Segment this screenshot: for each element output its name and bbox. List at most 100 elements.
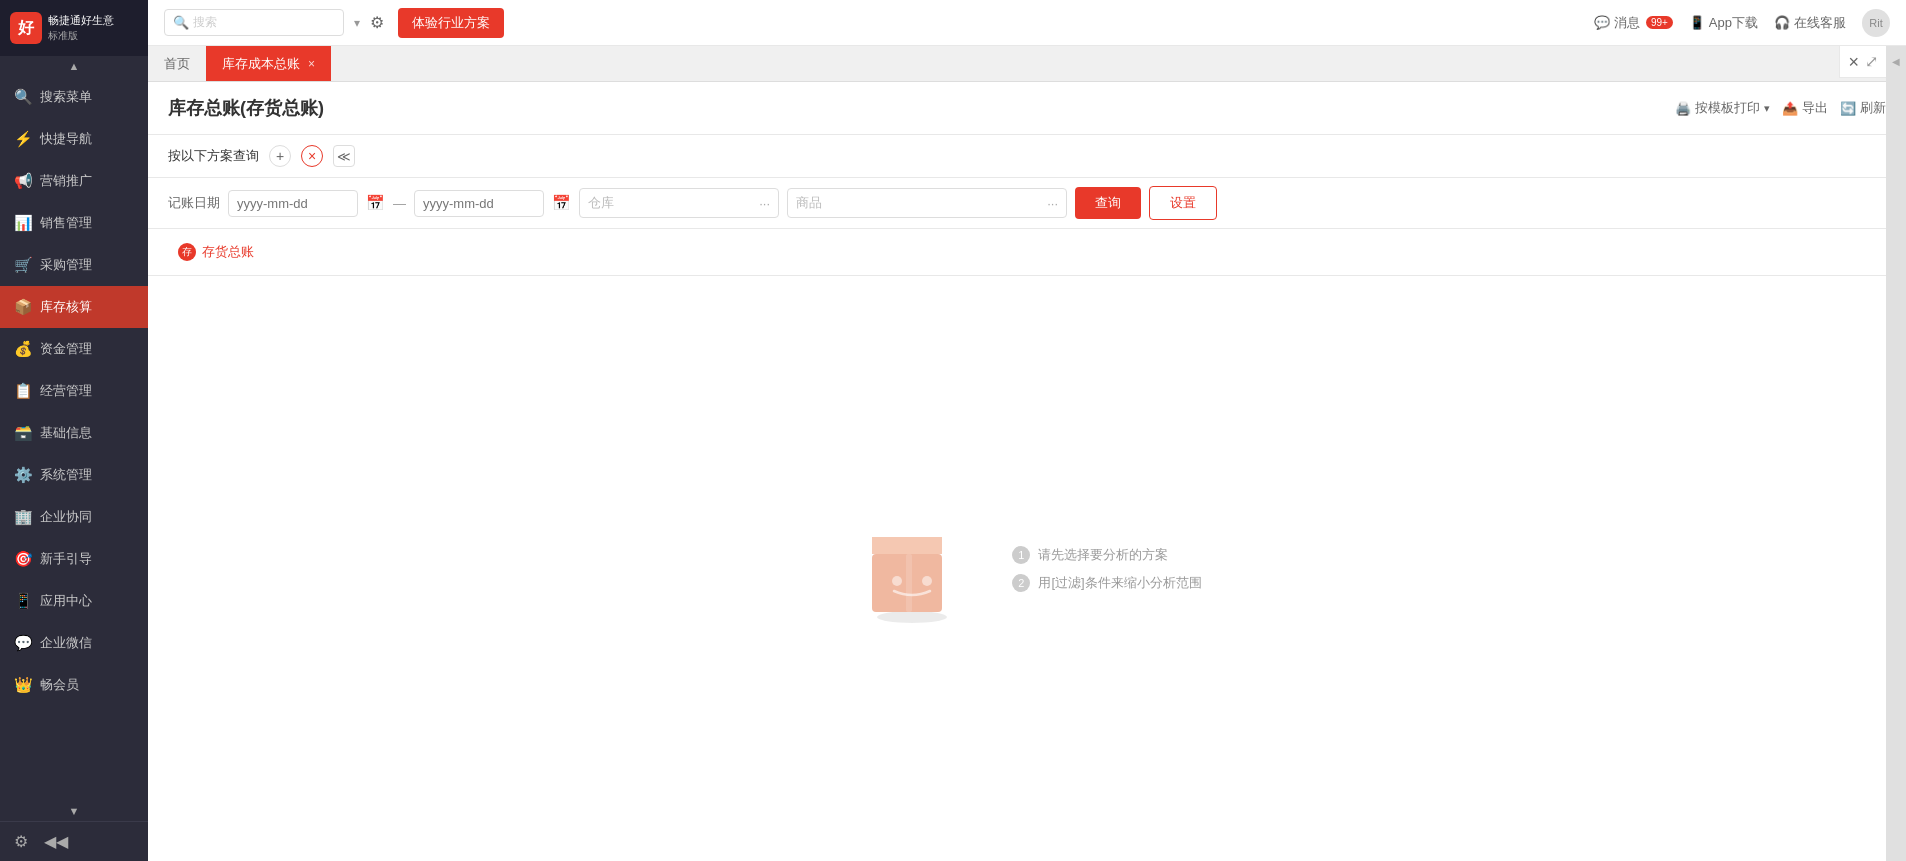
sidebar-item-label-search: 搜索菜单: [40, 88, 92, 106]
app-download-label: App下载: [1709, 14, 1758, 32]
page-content: 库存总账(存货总账) 🖨️ 按模板打印 ▾ 📤 导出 🔄 刷新 按以下方案: [148, 82, 1906, 861]
industry-button[interactable]: 体验行业方案: [398, 8, 504, 38]
date-end-input[interactable]: [414, 190, 544, 217]
message-icon: 💬: [1594, 15, 1610, 30]
calendar-start-icon[interactable]: 📅: [366, 194, 385, 212]
sidebar-scroll-down[interactable]: ▼: [0, 801, 148, 821]
refresh-icon: 🔄: [1840, 101, 1856, 116]
goods-placeholder: 商品: [796, 194, 822, 212]
goods-more-icon[interactable]: ···: [1047, 196, 1058, 211]
close-panel: × ⤢: [1839, 46, 1886, 78]
hint-text-2: 用[过滤]条件来缩小分析范围: [1038, 574, 1201, 592]
export-button[interactable]: 📤 导出: [1782, 99, 1828, 117]
query-button[interactable]: 查询: [1075, 187, 1141, 219]
sidebar-item-label-operations: 经营管理: [40, 382, 92, 400]
print-button[interactable]: 🖨️ 按模板打印 ▾: [1675, 99, 1770, 117]
svg-point-0: [877, 611, 947, 623]
tab-close-icon[interactable]: ×: [308, 57, 315, 71]
finance-icon: 💰: [14, 340, 32, 358]
sidebar-settings-icon[interactable]: ⚙: [14, 832, 28, 851]
sidebar-item-enterprise[interactable]: 🏢 企业协同: [0, 496, 148, 538]
sidebar-item-beginner[interactable]: 🎯 新手引导: [0, 538, 148, 580]
refresh-label: 刷新: [1860, 99, 1886, 117]
sidebar-item-app-center[interactable]: 📱 应用中心: [0, 580, 148, 622]
settings-button[interactable]: 设置: [1149, 186, 1217, 220]
warehouse-select[interactable]: 仓库 ···: [579, 188, 779, 218]
online-service-label: 在线客服: [1794, 14, 1846, 32]
message-action[interactable]: 💬 消息 99+: [1594, 14, 1673, 32]
header-chevron-icon[interactable]: ▾: [354, 16, 360, 30]
tab-home[interactable]: 首页: [148, 46, 206, 81]
basic-info-icon: 🗃️: [14, 424, 32, 442]
sidebar: 好 畅捷通好生意 标准版 ▲ 🔍 搜索菜单 ⚡ 快捷导航 📢 营销推广 📊 销售…: [0, 0, 148, 861]
sidebar-item-purchase[interactable]: 🛒 采购管理: [0, 244, 148, 286]
tab-inventory-ledger[interactable]: 库存成本总账 ×: [206, 46, 331, 81]
sidebar-scroll-up[interactable]: ▲: [0, 56, 148, 76]
header-gear-icon[interactable]: ⚙: [370, 13, 384, 32]
sidebar-item-marketing[interactable]: 📢 营销推广: [0, 160, 148, 202]
headset-icon: 🎧: [1774, 15, 1790, 30]
sidebar-item-finance[interactable]: 💰 资金管理: [0, 328, 148, 370]
user-avatar[interactable]: Rit: [1862, 9, 1890, 37]
calendar-end-icon[interactable]: 📅: [552, 194, 571, 212]
sidebar-menu: 🔍 搜索菜单 ⚡ 快捷导航 📢 营销推广 📊 销售管理 🛒 采购管理 📦 库存核…: [0, 76, 148, 801]
quick-nav-icon: ⚡: [14, 130, 32, 148]
expand-panel-icon[interactable]: ⤢: [1865, 52, 1878, 71]
filter-row: 记账日期 📅 — 📅 仓库 ··· 商品 ··· 查询 设置: [148, 178, 1906, 229]
phone-icon: 📱: [1689, 15, 1705, 30]
sidebar-item-label-system: 系统管理: [40, 466, 92, 484]
inventory-icon: 📦: [14, 298, 32, 316]
tab-home-label: 首页: [164, 55, 190, 73]
filter-collapse-button[interactable]: ≪: [333, 145, 355, 167]
message-label: 消息: [1614, 14, 1640, 32]
warehouse-more-icon[interactable]: ···: [759, 196, 770, 211]
app-download-action[interactable]: 📱 App下载: [1689, 14, 1758, 32]
print-label: 按模板打印: [1695, 99, 1760, 117]
marketing-icon: 📢: [14, 172, 32, 190]
svg-rect-5: [906, 554, 912, 612]
right-edge-handle[interactable]: ◀: [1892, 56, 1900, 67]
empty-hint-2: 2 用[过滤]条件来缩小分析范围: [1012, 574, 1201, 592]
wechat-icon: 💬: [14, 634, 32, 652]
sidebar-item-label-wechat: 企业微信: [40, 634, 92, 652]
sidebar-item-wechat[interactable]: 💬 企业微信: [0, 622, 148, 664]
header-search-box[interactable]: 🔍 搜索: [164, 9, 344, 36]
sidebar-item-label-marketing: 营销推广: [40, 172, 92, 190]
sidebar-item-quick-nav[interactable]: ⚡ 快捷导航: [0, 118, 148, 160]
sidebar-item-basic-info[interactable]: 🗃️ 基础信息: [0, 412, 148, 454]
online-service-action[interactable]: 🎧 在线客服: [1774, 14, 1846, 32]
sidebar-item-label-sales: 销售管理: [40, 214, 92, 232]
filter-remove-button[interactable]: ×: [301, 145, 323, 167]
date-start-input[interactable]: [228, 190, 358, 217]
date-dash: —: [393, 196, 406, 211]
main-area: 🔍 搜索 ▾ ⚙ 体验行业方案 💬 消息 99+ 📱 App下载 🎧 在线客服 …: [148, 0, 1906, 861]
filter-add-button[interactable]: +: [269, 145, 291, 167]
sidebar-item-operations[interactable]: 📋 经营管理: [0, 370, 148, 412]
goods-select[interactable]: 商品 ···: [787, 188, 1067, 218]
sidebar-item-label-beginner: 新手引导: [40, 550, 92, 568]
scheme-item-inventory-ledger[interactable]: 存 存货总账: [168, 237, 264, 267]
sidebar-item-member[interactable]: 👑 畅会员: [0, 664, 148, 706]
sidebar-item-search[interactable]: 🔍 搜索菜单: [0, 76, 148, 118]
logo-badge: 标准版: [48, 29, 114, 43]
empty-hints: 1 请先选择要分析的方案 2 用[过滤]条件来缩小分析范围: [1012, 546, 1201, 592]
export-icon: 📤: [1782, 101, 1798, 116]
beginner-icon: 🎯: [14, 550, 32, 568]
sales-icon: 📊: [14, 214, 32, 232]
search-placeholder: 搜索: [193, 14, 217, 31]
scheme-panel: 存 存货总账: [148, 229, 1906, 276]
refresh-button[interactable]: 🔄 刷新: [1840, 99, 1886, 117]
sidebar-fold-icon[interactable]: ◀◀: [44, 832, 68, 851]
date-field-label: 记账日期: [168, 194, 220, 212]
filter-bar: 按以下方案查询 + × ≪: [148, 135, 1906, 178]
member-icon: 👑: [14, 676, 32, 694]
export-label: 导出: [1802, 99, 1828, 117]
purchase-icon: 🛒: [14, 256, 32, 274]
sidebar-item-system[interactable]: ⚙️ 系统管理: [0, 454, 148, 496]
sidebar-item-inventory[interactable]: 📦 库存核算: [0, 286, 148, 328]
empty-box-svg: [852, 509, 972, 629]
sidebar-item-sales[interactable]: 📊 销售管理: [0, 202, 148, 244]
search-icon: 🔍: [173, 15, 189, 30]
close-panel-button[interactable]: ×: [1848, 53, 1859, 71]
system-icon: ⚙️: [14, 466, 32, 484]
